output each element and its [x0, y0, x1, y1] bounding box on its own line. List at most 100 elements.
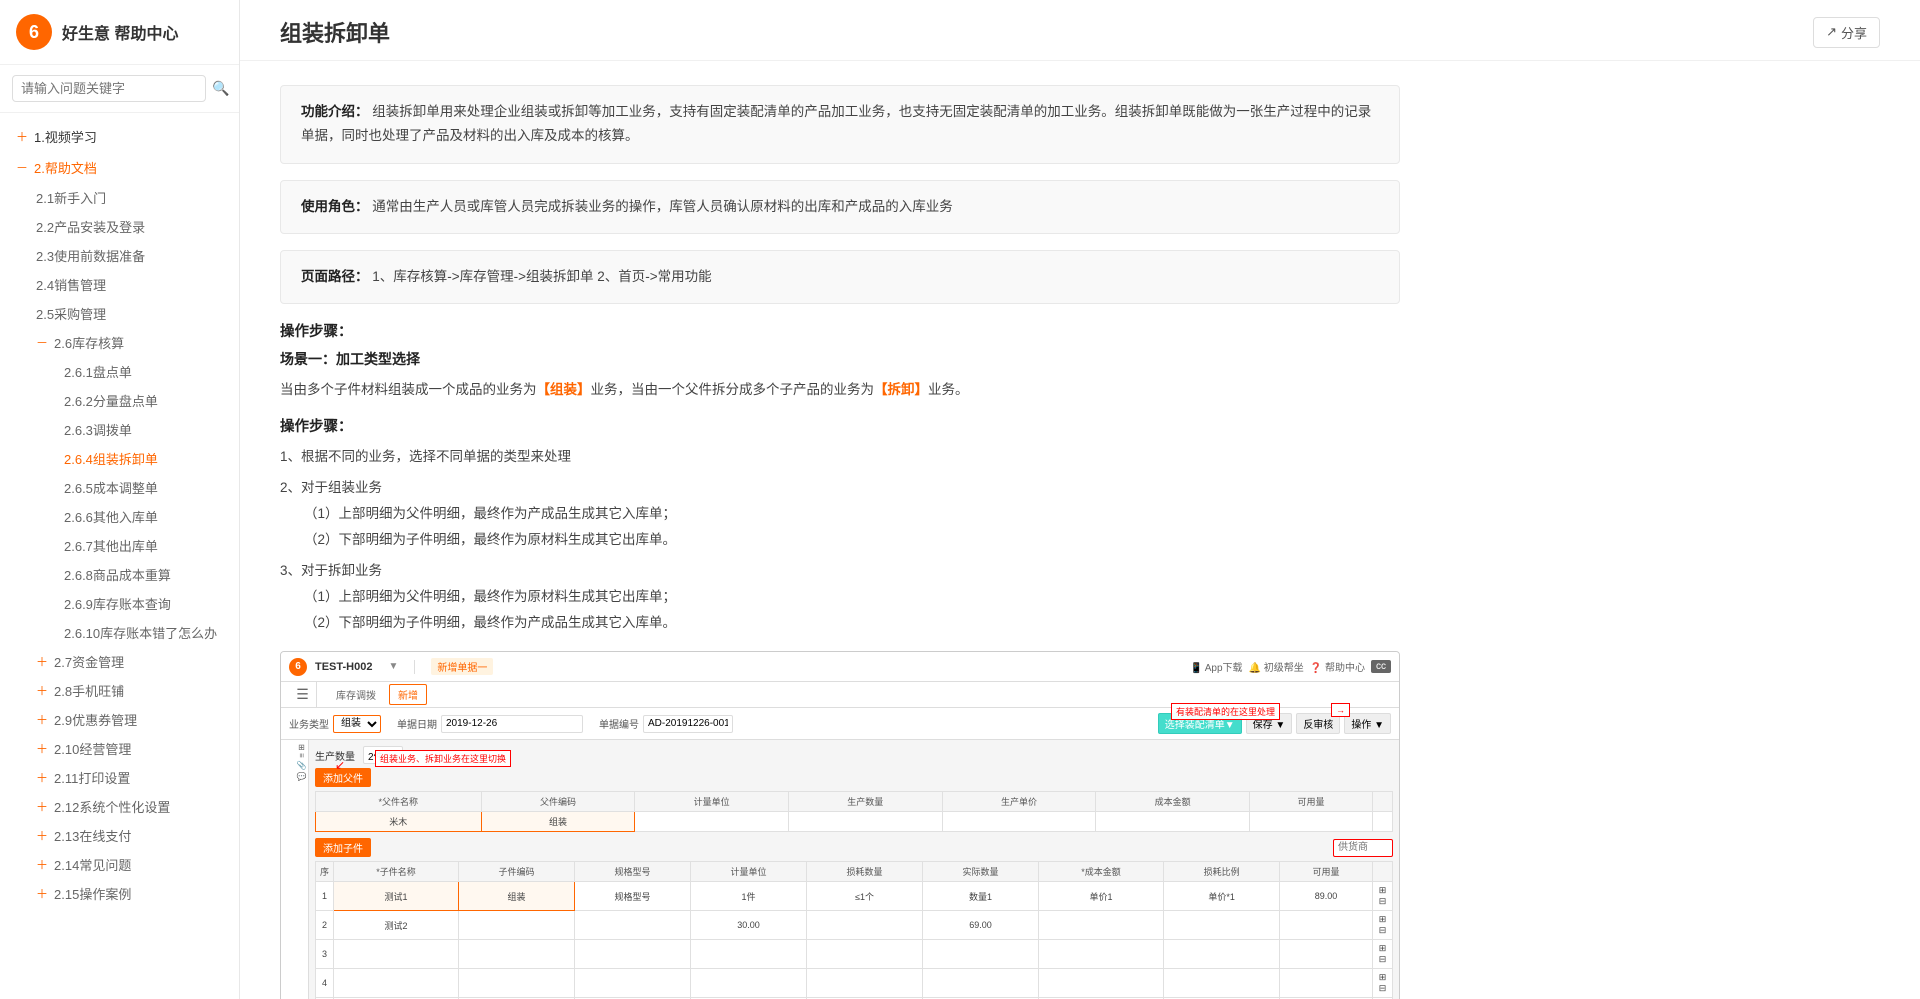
- left-icon-1[interactable]: ⊞: [283, 744, 306, 751]
- lower-cell-code-1[interactable]: 组装: [459, 882, 575, 911]
- screenshot-topbar-right: 📱 App下载 🔔 初级帮坐 ❓ 帮助中心 cc: [1190, 659, 1391, 674]
- lower-cell-name-1[interactable]: 测试1: [334, 882, 459, 911]
- lower-col-9: 可用量: [1280, 862, 1373, 882]
- enable-process-wrapper: 启用处理 ↑: [1333, 839, 1393, 857]
- sidebar-item-2-5[interactable]: 2.5采购管理: [28, 299, 239, 328]
- sidebar-item-2-6-3[interactable]: 2.6.3调拨单: [56, 415, 239, 444]
- upper-cell-actions: [1373, 812, 1393, 832]
- sidebar-header: 6 好生意 帮助中心: [0, 0, 239, 65]
- sidebar-item-2-6-1[interactable]: 2.6.1盘点单: [56, 357, 239, 386]
- upper-col-2: 父件编码: [481, 792, 635, 812]
- btn-save[interactable]: 保存 ▼: [1246, 713, 1293, 734]
- sidebar-item-2-15[interactable]: ＋ 2.15操作案例: [28, 879, 239, 908]
- lower-cell-loss-1: ≤1个: [807, 882, 923, 911]
- screenshot-mock: 6 TEST-H002 ▼ 新增单据一 📱 App下载 🔔 初级帮坐 ❓ 帮助中…: [280, 651, 1400, 999]
- search-box: 🔍: [0, 65, 239, 113]
- btn-more[interactable]: 操作 ▼: [1344, 713, 1391, 734]
- sidebar-item-2-10[interactable]: ＋ 2.10经营管理: [28, 734, 239, 763]
- screenshot-logo: 6: [289, 658, 307, 676]
- toolbar-type: 业务类型 组装 拆卸: [289, 715, 381, 733]
- sidebar-item-2-9[interactable]: ＋ 2.9优惠券管理: [28, 705, 239, 734]
- sidebar-item-2-6-9[interactable]: 2.6.9库存账本查询: [56, 589, 239, 618]
- sidebar-item-2-1[interactable]: 2.1新手入门: [28, 183, 239, 212]
- screenshot-tab-2[interactable]: 新增: [389, 684, 427, 705]
- screenshot-tab-1[interactable]: 库存调拨: [327, 684, 385, 705]
- plus-icon: ＋: [36, 827, 48, 844]
- sidebar-item-2-3[interactable]: 2.3使用前数据准备: [28, 241, 239, 270]
- upper-cell-code[interactable]: 组装: [481, 812, 635, 832]
- sidebar-item-2-6-10[interactable]: 2.6.10库存账本错了怎么办: [56, 618, 239, 647]
- add-sub-btn[interactable]: 添加子件: [315, 838, 371, 857]
- lower-cell-unit-2: 30.00: [691, 911, 807, 940]
- role-text: 通常由生产人员或库管人员完成拆装业务的操作，库管人员确认原材料的出库和产成品的入…: [372, 199, 953, 214]
- type-select[interactable]: 组装 拆卸: [333, 715, 381, 733]
- lower-cell-ratio-1: 单价*1: [1164, 882, 1280, 911]
- sidebar-item-docs[interactable]: － 2.帮助文档: [0, 152, 239, 183]
- role-block: 使用角色： 通常由生产人员或库管人员完成拆装业务的操作，库管人员确认原材料的出库…: [280, 180, 1400, 234]
- upper-col-4: 生产数量: [788, 792, 942, 812]
- left-icon-2[interactable]: ≡: [283, 753, 306, 758]
- sidebar-item-2-6-7[interactable]: 2.6.7其他出库单: [56, 531, 239, 560]
- sidebar-item-2-4[interactable]: 2.4销售管理: [28, 270, 239, 299]
- toolbar-buttons: 选择装配清单▼ 保存 ▼ 反审核 操作 ▼: [1158, 713, 1391, 734]
- upper-col-8: [1373, 792, 1393, 812]
- sidebar-item-2-14[interactable]: ＋ 2.14常见问题: [28, 850, 239, 879]
- lower-cell-avail-2: [1280, 911, 1373, 940]
- table-row: 米木 组装: [316, 812, 1393, 832]
- sidebar-item-2-12[interactable]: ＋ 2.12系统个性化设置: [28, 792, 239, 821]
- sidebar-item-2-2[interactable]: 2.2产品安装及登录: [28, 212, 239, 241]
- sidebar-item-2-8[interactable]: ＋ 2.8手机旺铺: [28, 676, 239, 705]
- sidebar-item-video[interactable]: ＋ 1.视频学习: [0, 121, 239, 152]
- search-icon[interactable]: 🔍: [212, 80, 229, 97]
- upper-cell-price: [942, 812, 1096, 832]
- step2-sub1: （1）上部明细为父件明细，最终作为产成品生成其它入库单；: [280, 501, 1400, 527]
- btn-select-bom[interactable]: 选择装配清单▼: [1158, 713, 1242, 734]
- sidebar-item-2-11[interactable]: ＋ 2.11打印设置: [28, 763, 239, 792]
- left-icon-4[interactable]: 💬: [283, 771, 306, 781]
- date-input[interactable]: [441, 715, 583, 733]
- btn-audit[interactable]: 反审核: [1296, 713, 1340, 734]
- upper-cell-name[interactable]: 米木: [316, 812, 482, 832]
- sidebar-item-2-6-2[interactable]: 2.6.2分量盘点单: [56, 386, 239, 415]
- step3-sub1: （1）上部明细为父件明细，最终作为原材料生成其它出库单；: [280, 584, 1400, 610]
- type-label: 业务类型: [289, 716, 329, 731]
- sidebar-item-label: 2.3使用前数据准备: [36, 246, 145, 265]
- page-header: 组装拆卸单 ↗ 分享: [240, 0, 1920, 61]
- intro-text: 组装拆卸单用来处理企业组装或拆卸等加工业务，支持有固定装配清单的产品加工业务，也…: [301, 104, 1371, 143]
- screenshot-nav-home[interactable]: 新增单据一: [431, 658, 493, 675]
- left-icon-3[interactable]: 📎: [283, 760, 306, 770]
- upper-col-3: 计量单位: [635, 792, 789, 812]
- lower-cell-num: 2: [316, 911, 334, 940]
- screenshot-center-icon: ❓ 帮助中心: [1310, 659, 1365, 674]
- sidebar-item-2-6-5[interactable]: 2.6.5成本调整单: [56, 473, 239, 502]
- sidebar-item-label: 1.视频学习: [34, 127, 97, 146]
- upper-cell-unit: [635, 812, 789, 832]
- annotation-scene-toggle: 组装业务、拆卸业务在这里切换: [375, 750, 511, 767]
- plus-icon: ＋: [16, 128, 28, 145]
- plus-icon: ＋: [36, 769, 48, 786]
- table-row: 4⊞ ⊟: [316, 969, 1393, 998]
- step3: 3、对于拆卸业务: [280, 558, 1400, 584]
- sidebar-item-2-6-6[interactable]: 2.6.6其他入库单: [56, 502, 239, 531]
- toolbar-date: 单据日期: [397, 715, 583, 733]
- supplier-input[interactable]: [1333, 839, 1393, 857]
- sidebar-item-2-6-8[interactable]: 2.6.8商品成本重算: [56, 560, 239, 589]
- sidebar-item-2-6-4[interactable]: 2.6.4组装拆卸单: [56, 444, 239, 473]
- lower-col-5: 损耗数量: [807, 862, 923, 882]
- sidebar-item-2-6[interactable]: － 2.6库存核算: [28, 328, 239, 357]
- sidebar-item-2-13[interactable]: ＋ 2.13在线支付: [28, 821, 239, 850]
- upper-col-6: 成本金额: [1096, 792, 1250, 812]
- ops-steps-title: 操作步骤：: [280, 415, 1400, 436]
- step2: 2、对于组装业务: [280, 475, 1400, 501]
- sidebar-item-2-7[interactable]: ＋ 2.7资金管理: [28, 647, 239, 676]
- sidebar-item-label: 2.6库存核算: [54, 333, 124, 352]
- minus-icon: －: [16, 159, 28, 176]
- step3-sub2: （2）下部明细为子件明细，最终作为产成品生成其它入库单。: [280, 610, 1400, 636]
- no-input[interactable]: [643, 715, 733, 733]
- screenshot-nav: ☰ 库存调拨 新增: [281, 682, 1399, 708]
- lower-col-2: 子件编码: [459, 862, 575, 882]
- share-button[interactable]: ↗ 分享: [1813, 17, 1880, 48]
- screenshot-left-nav: ⊞ ≡ 📎 💬: [281, 740, 309, 999]
- search-input[interactable]: [12, 75, 206, 102]
- step2-sub2: （2）下部明细为子件明细，最终作为原材料生成其它出库单。: [280, 527, 1400, 553]
